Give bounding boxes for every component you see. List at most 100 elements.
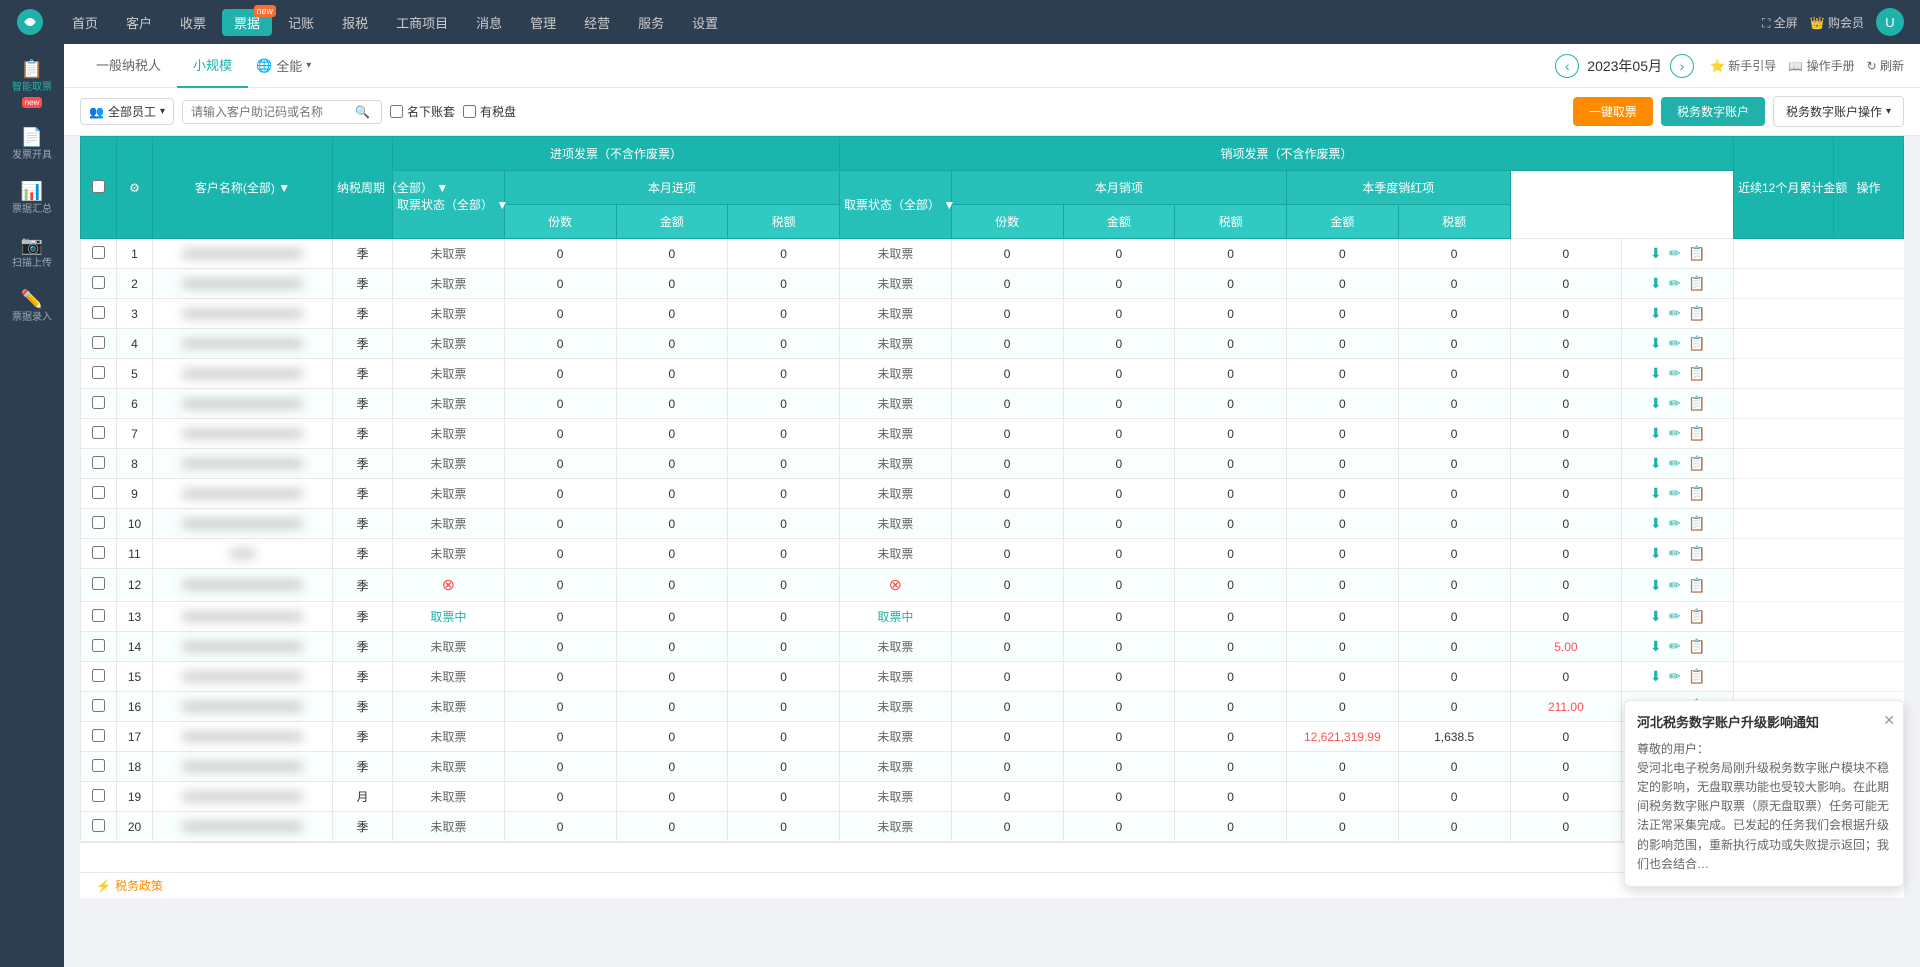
row-download-btn[interactable]: ⬇ — [1650, 515, 1662, 531]
row-checkbox[interactable] — [92, 546, 105, 559]
row-client-name[interactable]: XXXXXXXXXXXXXXX — [153, 239, 333, 269]
row-edit-btn[interactable]: ✏ — [1669, 395, 1681, 411]
nav-bookkeep[interactable]: 记账 — [276, 9, 326, 36]
row-copy-btn[interactable]: 📋 — [1688, 305, 1705, 321]
row-checkbox[interactable] — [92, 759, 105, 772]
row-checkbox[interactable] — [92, 426, 105, 439]
tab-all[interactable]: 🌐 全能 ▾ — [248, 56, 319, 75]
row-copy-btn[interactable]: 📋 — [1688, 425, 1705, 441]
refresh-btn[interactable]: ↻ 刷新 — [1867, 57, 1904, 74]
row-checkbox[interactable] — [92, 246, 105, 259]
row-download-btn[interactable]: ⬇ — [1650, 395, 1662, 411]
nav-receive[interactable]: 收票 — [168, 9, 218, 36]
row-checkbox[interactable] — [92, 609, 105, 622]
row-copy-btn[interactable]: 📋 — [1688, 275, 1705, 291]
row-client-name[interactable]: XXXXXXXXXXXXXXX — [153, 479, 333, 509]
row-checkbox[interactable] — [92, 516, 105, 529]
row-copy-btn[interactable]: 📋 — [1688, 608, 1705, 624]
tab-small[interactable]: 小规模 — [177, 44, 248, 88]
row-edit-btn[interactable]: ✏ — [1669, 608, 1681, 624]
row-copy-btn[interactable]: 📋 — [1688, 395, 1705, 411]
row-download-btn[interactable]: ⬇ — [1650, 455, 1662, 471]
row-edit-btn[interactable]: ✏ — [1669, 365, 1681, 381]
row-edit-btn[interactable]: ✏ — [1669, 638, 1681, 654]
row-checkbox[interactable] — [92, 577, 105, 590]
row-client-name[interactable]: XXXXXXXXXXXXXXX — [153, 389, 333, 419]
sidebar-item-summary[interactable]: 📊 票据汇总 — [4, 174, 60, 224]
period-prev-btn[interactable]: ‹ — [1555, 54, 1579, 78]
nav-operate[interactable]: 经营 — [572, 9, 622, 36]
row-client-name[interactable]: XXXXXXXXXXXXXXX — [153, 692, 333, 722]
row-client-name[interactable]: XXXXXXXXXXXXXXX — [153, 782, 333, 812]
checkbox-taxbox[interactable]: 有税盘 — [463, 103, 516, 120]
one-click-fetch-btn[interactable]: 一键取票 — [1573, 97, 1653, 126]
row-copy-btn[interactable]: 📋 — [1688, 245, 1705, 261]
row-client-name[interactable]: XXXXXXXXXXXXXXX — [153, 602, 333, 632]
row-checkbox[interactable] — [92, 669, 105, 682]
period-next-btn[interactable]: › — [1670, 54, 1694, 78]
nav-service[interactable]: 服务 — [626, 9, 676, 36]
nav-client[interactable]: 客户 — [114, 9, 164, 36]
row-copy-btn[interactable]: 📋 — [1688, 515, 1705, 531]
digital-account-ops-btn[interactable]: 税务数字账户操作 ▾ — [1773, 96, 1904, 127]
row-edit-btn[interactable]: ✏ — [1669, 305, 1681, 321]
row-edit-btn[interactable]: ✏ — [1669, 485, 1681, 501]
row-download-btn[interactable]: ⬇ — [1650, 425, 1662, 441]
row-checkbox[interactable] — [92, 396, 105, 409]
row-edit-btn[interactable]: ✏ — [1669, 335, 1681, 351]
row-edit-btn[interactable]: ✏ — [1669, 275, 1681, 291]
th-client-name[interactable]: 客户名称(全部) ▼ — [153, 137, 333, 239]
sidebar-item-issue[interactable]: 📄 发票开具 — [4, 120, 60, 170]
row-edit-btn[interactable]: ✏ — [1669, 425, 1681, 441]
row-client-name[interactable]: XXXXXXXXXXXXXXX — [153, 419, 333, 449]
row-client-name[interactable]: XXXXXXXXXXXXXXX — [153, 449, 333, 479]
row-download-btn[interactable]: ⬇ — [1650, 638, 1662, 654]
row-checkbox[interactable] — [92, 306, 105, 319]
row-checkbox[interactable] — [92, 729, 105, 742]
nav-manage[interactable]: 管理 — [518, 9, 568, 36]
member-btn[interactable]: 👑 购会员 — [1810, 14, 1864, 31]
row-checkbox[interactable] — [92, 486, 105, 499]
nav-home[interactable]: 首页 — [60, 9, 110, 36]
myaccount-checkbox[interactable] — [390, 105, 403, 118]
row-checkbox[interactable] — [92, 456, 105, 469]
row-client-name[interactable]: XXXXXXXXXXXXXXX — [153, 329, 333, 359]
row-download-btn[interactable]: ⬇ — [1650, 668, 1662, 684]
nav-ticket[interactable]: 票据 new — [222, 9, 272, 36]
taxbox-checkbox[interactable] — [463, 105, 476, 118]
sidebar-item-input[interactable]: ✏️ 票据录入 — [4, 282, 60, 332]
search-icon[interactable]: 🔍 — [355, 105, 370, 119]
row-checkbox[interactable] — [92, 276, 105, 289]
sidebar-item-scan[interactable]: 📷 扫描上传 — [4, 228, 60, 278]
search-input[interactable] — [191, 105, 351, 119]
row-copy-btn[interactable]: 📋 — [1688, 335, 1705, 351]
row-download-btn[interactable]: ⬇ — [1650, 365, 1662, 381]
row-client-name[interactable]: XXXXXXXXXXXXXXX — [153, 632, 333, 662]
row-download-btn[interactable]: ⬇ — [1650, 577, 1662, 593]
row-copy-btn[interactable]: 📋 — [1688, 577, 1705, 593]
row-checkbox[interactable] — [92, 699, 105, 712]
row-copy-btn[interactable]: 📋 — [1688, 485, 1705, 501]
row-copy-btn[interactable]: 📋 — [1688, 455, 1705, 471]
row-edit-btn[interactable]: ✏ — [1669, 545, 1681, 561]
row-download-btn[interactable]: ⬇ — [1650, 545, 1662, 561]
user-avatar[interactable]: U — [1876, 8, 1904, 36]
row-checkbox[interactable] — [92, 819, 105, 832]
row-copy-btn[interactable]: 📋 — [1688, 668, 1705, 684]
select-all-checkbox[interactable] — [92, 180, 105, 193]
row-download-btn[interactable]: ⬇ — [1650, 485, 1662, 501]
digital-account-btn[interactable]: 税务数字账户 — [1661, 97, 1765, 126]
row-client-name[interactable]: XXX — [153, 539, 333, 569]
row-edit-btn[interactable]: ✏ — [1669, 668, 1681, 684]
row-client-name[interactable]: XXXXXXXXXXXXXXX — [153, 299, 333, 329]
nav-tax[interactable]: 报税 — [330, 9, 380, 36]
row-client-name[interactable]: XXXXXXXXXXXXXXX — [153, 509, 333, 539]
nav-biz[interactable]: 工商项目 — [384, 9, 460, 36]
row-download-btn[interactable]: ⬇ — [1650, 245, 1662, 261]
row-client-name[interactable]: XXXXXXXXXXXXXXX — [153, 269, 333, 299]
nav-settings[interactable]: 设置 — [680, 9, 730, 36]
row-client-name[interactable]: XXXXXXXXXXXXXXX — [153, 569, 333, 602]
row-client-name[interactable]: XXXXXXXXXXXXXXX — [153, 752, 333, 782]
row-client-name[interactable]: XXXXXXXXXXXXXXX — [153, 722, 333, 752]
th-period[interactable]: 纳税周期（全部） ▼ — [333, 137, 393, 239]
